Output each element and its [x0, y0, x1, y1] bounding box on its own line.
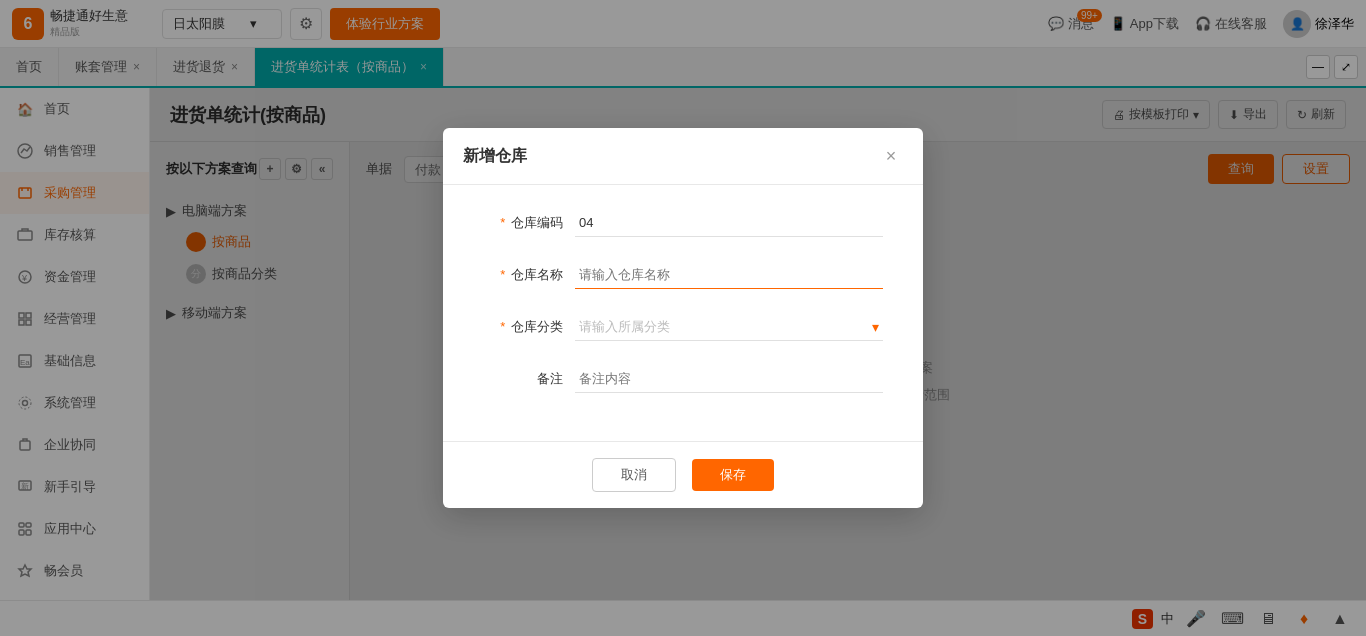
modal-overlay: 新增仓库 × * 仓库编码 * 仓库名称: [0, 0, 1366, 636]
warehouse-name-input[interactable]: [575, 261, 883, 289]
warehouse-category-wrap: 请输入所属分类 ▾: [575, 313, 883, 341]
required-mark-name: *: [500, 267, 505, 282]
warehouse-name-label: * 仓库名称: [483, 266, 563, 284]
warehouse-code-row: * 仓库编码: [483, 209, 883, 237]
required-mark-code: *: [500, 215, 505, 230]
required-mark-category: *: [500, 319, 505, 334]
warehouse-category-select[interactable]: 请输入所属分类: [575, 313, 883, 341]
warehouse-remark-row: 备注: [483, 365, 883, 393]
modal-footer: 取消 保存: [443, 441, 923, 508]
warehouse-remark-label: 备注: [483, 370, 563, 388]
modal-body: * 仓库编码 * 仓库名称 * 仓库分类: [443, 185, 923, 441]
warehouse-remark-input[interactable]: [575, 365, 883, 393]
modal-close-button[interactable]: ×: [879, 144, 903, 168]
modal-header: 新增仓库 ×: [443, 128, 923, 185]
warehouse-category-row: * 仓库分类 请输入所属分类 ▾: [483, 313, 883, 341]
warehouse-name-row: * 仓库名称: [483, 261, 883, 289]
warehouse-category-label: * 仓库分类: [483, 318, 563, 336]
cancel-button[interactable]: 取消: [592, 458, 676, 492]
save-button[interactable]: 保存: [692, 459, 774, 491]
warehouse-code-input[interactable]: [575, 209, 883, 237]
new-warehouse-modal: 新增仓库 × * 仓库编码 * 仓库名称: [443, 128, 923, 508]
warehouse-code-label: * 仓库编码: [483, 214, 563, 232]
modal-title: 新增仓库: [463, 146, 527, 167]
